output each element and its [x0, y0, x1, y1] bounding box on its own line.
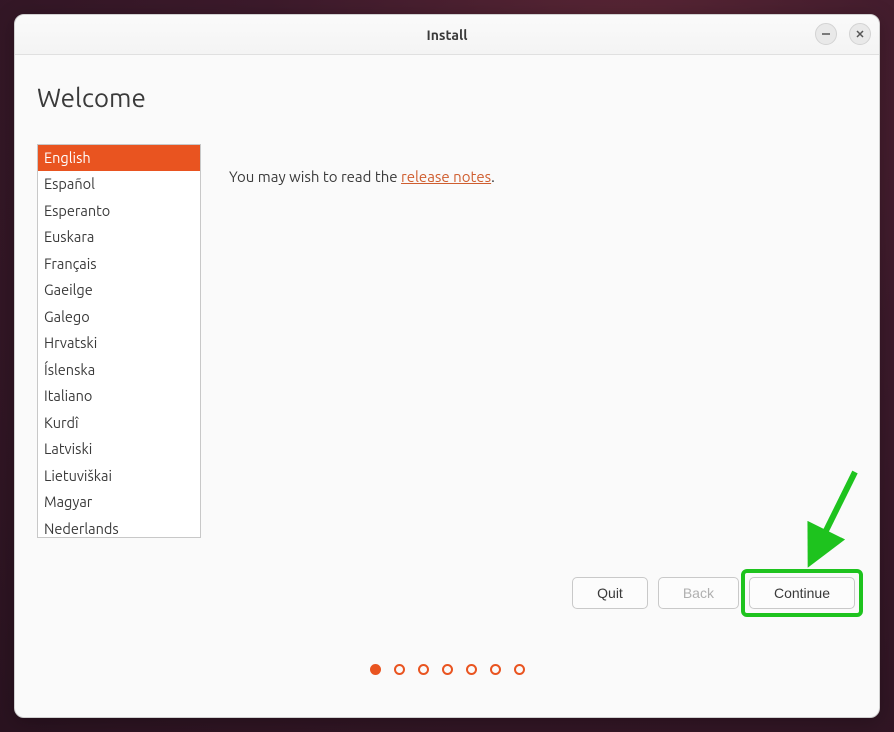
button-row: Quit Back Continue — [572, 577, 855, 609]
progress-dot — [466, 664, 477, 675]
progress-dot — [370, 664, 381, 675]
minimize-button[interactable] — [815, 23, 837, 45]
description-prefix: You may wish to read the — [229, 168, 401, 185]
main-row: EnglishEspañolEsperantoEuskaraFrançaisGa… — [37, 144, 857, 538]
progress-dot — [442, 664, 453, 675]
page-title: Welcome — [37, 83, 857, 112]
release-notes-link[interactable]: release notes — [401, 168, 491, 185]
progress-dot — [418, 664, 429, 675]
window-title: Install — [427, 27, 468, 43]
language-item[interactable]: Esperanto — [38, 198, 200, 224]
minimize-icon — [821, 29, 831, 39]
language-item[interactable]: Kurdî — [38, 410, 200, 436]
content-area: Welcome EnglishEspañolEsperantoEuskaraFr… — [15, 55, 879, 717]
language-item[interactable]: Galego — [38, 304, 200, 330]
installer-window: Install Welcome EnglishEspañolEsperantoE… — [14, 14, 880, 718]
language-item[interactable]: English — [38, 145, 200, 171]
language-item[interactable]: Latviski — [38, 436, 200, 462]
language-item[interactable]: Íslenska — [38, 357, 200, 383]
language-item[interactable]: Español — [38, 171, 200, 197]
progress-dot — [394, 664, 405, 675]
language-item[interactable]: Gaeilge — [38, 277, 200, 303]
language-item[interactable]: Français — [38, 251, 200, 277]
close-icon — [855, 29, 865, 39]
language-item[interactable]: Italiano — [38, 383, 200, 409]
back-button: Back — [658, 577, 739, 609]
language-item[interactable]: Hrvatski — [38, 330, 200, 356]
quit-button[interactable]: Quit — [572, 577, 648, 609]
continue-button[interactable]: Continue — [749, 577, 855, 609]
progress-dots — [15, 664, 879, 675]
language-item[interactable]: Nederlands — [38, 516, 200, 538]
language-item[interactable]: Magyar — [38, 489, 200, 515]
language-item[interactable]: Lietuviškai — [38, 463, 200, 489]
window-controls — [815, 23, 871, 45]
titlebar: Install — [15, 15, 879, 55]
language-item[interactable]: Euskara — [38, 224, 200, 250]
description-text: You may wish to read the release notes. — [229, 144, 495, 538]
progress-dot — [514, 664, 525, 675]
progress-dot — [490, 664, 501, 675]
close-button[interactable] — [849, 23, 871, 45]
language-list[interactable]: EnglishEspañolEsperantoEuskaraFrançaisGa… — [37, 144, 201, 538]
description-suffix: . — [491, 168, 495, 185]
